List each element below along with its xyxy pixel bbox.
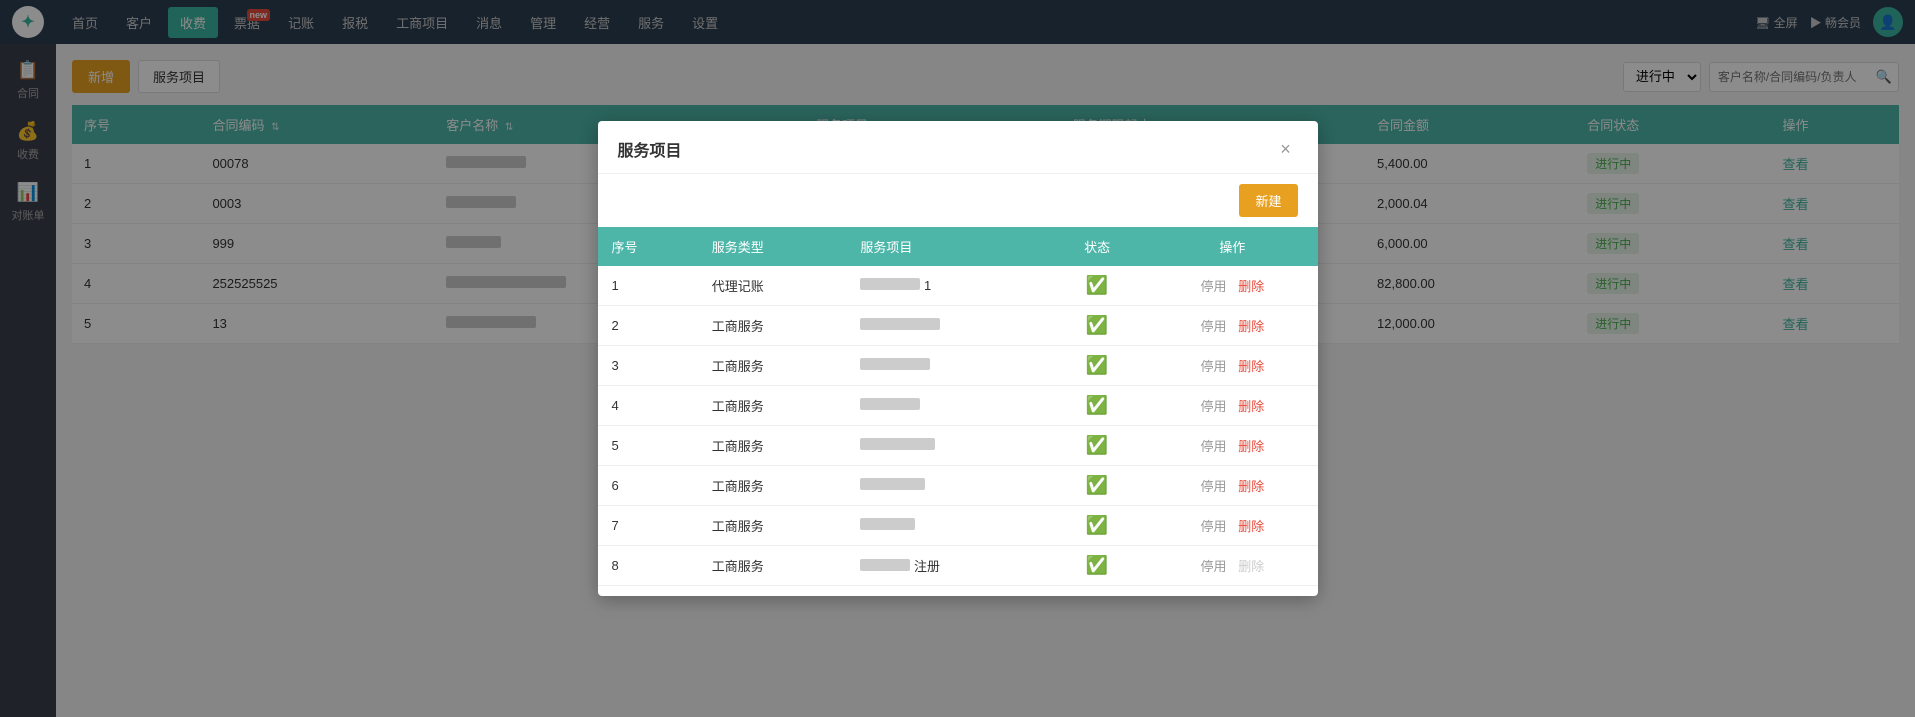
modal-col-action: 操作 bbox=[1147, 227, 1317, 266]
modal-col-item: 服务项目 bbox=[846, 227, 1047, 266]
modal-cell-action: 停用 删除 bbox=[1147, 506, 1317, 546]
modal-cell-item bbox=[846, 466, 1047, 506]
modal-new-button[interactable]: 新建 bbox=[1239, 184, 1297, 217]
modal-cell-seq: 1 bbox=[598, 266, 698, 306]
modal-table-wrap: 序号 服务类型 服务项目 状态 操作 1 代理记账 1 ✅ bbox=[598, 227, 1318, 596]
modal-cell-item: 1 bbox=[846, 266, 1047, 306]
modal-table-row: 6 工商服务 ✅ 停用 删除 bbox=[598, 466, 1318, 506]
modal-col-seq: 序号 bbox=[598, 227, 698, 266]
service-items-table: 序号 服务类型 服务项目 状态 操作 1 代理记账 1 ✅ bbox=[598, 227, 1318, 586]
modal-overlay[interactable]: 服务项目 × 新建 序号 服务类型 服务项目 状态 操作 bbox=[0, 0, 1915, 717]
modal-cell-status: ✅ bbox=[1047, 266, 1147, 306]
delete-link[interactable]: 删除 bbox=[1238, 559, 1264, 574]
modal-cell-type: 工商服务 bbox=[698, 306, 847, 346]
delete-link[interactable]: 删除 bbox=[1238, 479, 1264, 494]
disable-link[interactable]: 停用 bbox=[1201, 559, 1227, 574]
modal-table-row: 5 工商服务 ✅ 停用 删除 bbox=[598, 426, 1318, 466]
modal-cell-item bbox=[846, 506, 1047, 546]
modal-cell-status: ✅ bbox=[1047, 306, 1147, 346]
modal-cell-action: 停用 删除 bbox=[1147, 266, 1317, 306]
modal-cell-type: 工商服务 bbox=[698, 426, 847, 466]
modal-cell-status: ✅ bbox=[1047, 386, 1147, 426]
modal-table-body: 1 代理记账 1 ✅ 停用 删除 2 工商服务 bbox=[598, 266, 1318, 586]
modal-cell-action: 停用 删除 bbox=[1147, 426, 1317, 466]
status-check-icon: ✅ bbox=[1086, 355, 1108, 375]
modal-cell-action: 停用 删除 bbox=[1147, 346, 1317, 386]
modal-cell-item bbox=[846, 346, 1047, 386]
modal-cell-seq: 3 bbox=[598, 346, 698, 386]
modal-cell-seq: 7 bbox=[598, 506, 698, 546]
disable-link[interactable]: 停用 bbox=[1201, 319, 1227, 334]
modal-table-row: 8 工商服务 注册 ✅ 停用 删除 bbox=[598, 546, 1318, 586]
modal-body: 序号 服务类型 服务项目 状态 操作 1 代理记账 1 ✅ bbox=[598, 227, 1318, 596]
modal-cell-item bbox=[846, 426, 1047, 466]
delete-link[interactable]: 删除 bbox=[1238, 319, 1264, 334]
modal-cell-type: 工商服务 bbox=[698, 386, 847, 426]
modal-cell-action: 停用 删除 bbox=[1147, 386, 1317, 426]
modal-cell-status: ✅ bbox=[1047, 546, 1147, 586]
modal-table-row: 2 工商服务 ✅ 停用 删除 bbox=[598, 306, 1318, 346]
delete-link[interactable]: 删除 bbox=[1238, 399, 1264, 414]
modal-table-row: 4 工商服务 ✅ 停用 删除 bbox=[598, 386, 1318, 426]
modal-toolbar: 新建 bbox=[598, 174, 1318, 227]
modal-cell-item bbox=[846, 306, 1047, 346]
modal-close-button[interactable]: × bbox=[1274, 137, 1298, 161]
modal-cell-seq: 2 bbox=[598, 306, 698, 346]
service-items-modal: 服务项目 × 新建 序号 服务类型 服务项目 状态 操作 bbox=[598, 121, 1318, 596]
modal-cell-seq: 8 bbox=[598, 546, 698, 586]
disable-link[interactable]: 停用 bbox=[1201, 519, 1227, 534]
modal-col-type: 服务类型 bbox=[698, 227, 847, 266]
modal-cell-status: ✅ bbox=[1047, 346, 1147, 386]
modal-cell-status: ✅ bbox=[1047, 426, 1147, 466]
modal-table-row: 7 工商服务 ✅ 停用 删除 bbox=[598, 506, 1318, 546]
modal-table-header: 序号 服务类型 服务项目 状态 操作 bbox=[598, 227, 1318, 266]
modal-header: 服务项目 × bbox=[598, 121, 1318, 174]
modal-cell-seq: 5 bbox=[598, 426, 698, 466]
modal-col-status: 状态 bbox=[1047, 227, 1147, 266]
modal-table-row: 3 工商服务 ✅ 停用 删除 bbox=[598, 346, 1318, 386]
status-check-icon: ✅ bbox=[1086, 315, 1108, 335]
disable-link[interactable]: 停用 bbox=[1201, 279, 1227, 294]
modal-cell-seq: 4 bbox=[598, 386, 698, 426]
modal-cell-action: 停用 删除 bbox=[1147, 306, 1317, 346]
status-check-icon: ✅ bbox=[1086, 395, 1108, 415]
delete-link[interactable]: 删除 bbox=[1238, 439, 1264, 454]
disable-link[interactable]: 停用 bbox=[1201, 479, 1227, 494]
status-check-icon: ✅ bbox=[1086, 515, 1108, 535]
modal-cell-action: 停用 删除 bbox=[1147, 466, 1317, 506]
modal-cell-type: 代理记账 bbox=[698, 266, 847, 306]
modal-cell-status: ✅ bbox=[1047, 466, 1147, 506]
disable-link[interactable]: 停用 bbox=[1201, 439, 1227, 454]
delete-link[interactable]: 删除 bbox=[1238, 519, 1264, 534]
status-check-icon: ✅ bbox=[1086, 275, 1108, 295]
status-check-icon: ✅ bbox=[1086, 475, 1108, 495]
modal-cell-item: 注册 bbox=[846, 546, 1047, 586]
status-check-icon: ✅ bbox=[1086, 555, 1108, 575]
delete-link[interactable]: 删除 bbox=[1238, 359, 1264, 374]
modal-cell-type: 工商服务 bbox=[698, 506, 847, 546]
status-check-icon: ✅ bbox=[1086, 435, 1108, 455]
disable-link[interactable]: 停用 bbox=[1201, 359, 1227, 374]
delete-link[interactable]: 删除 bbox=[1238, 279, 1264, 294]
modal-cell-type: 工商服务 bbox=[698, 346, 847, 386]
modal-table-row: 1 代理记账 1 ✅ 停用 删除 bbox=[598, 266, 1318, 306]
modal-cell-item bbox=[846, 386, 1047, 426]
modal-cell-seq: 6 bbox=[598, 466, 698, 506]
modal-cell-status: ✅ bbox=[1047, 506, 1147, 546]
modal-cell-type: 工商服务 bbox=[698, 466, 847, 506]
disable-link[interactable]: 停用 bbox=[1201, 399, 1227, 414]
modal-cell-type: 工商服务 bbox=[698, 546, 847, 586]
modal-title: 服务项目 bbox=[618, 137, 682, 161]
modal-cell-action: 停用 删除 bbox=[1147, 546, 1317, 586]
